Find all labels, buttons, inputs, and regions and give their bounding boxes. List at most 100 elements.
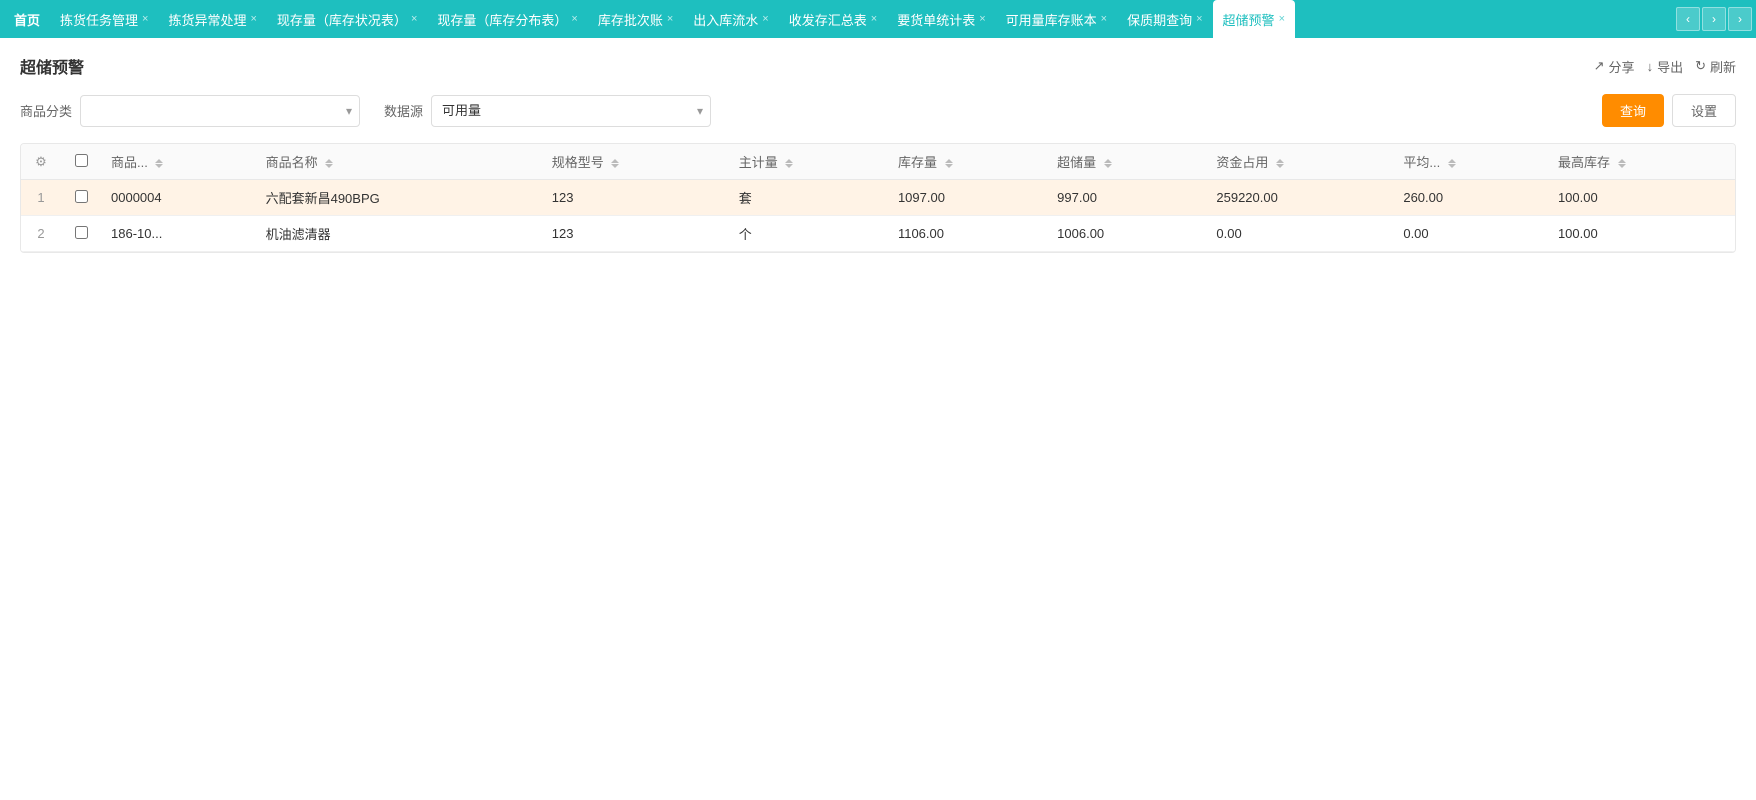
col-header-avg[interactable]: 平均... bbox=[1393, 144, 1548, 180]
close-icon[interactable]: × bbox=[1279, 13, 1285, 25]
col-header-unit[interactable]: 主计量 bbox=[729, 144, 888, 180]
row-checkbox-cell[interactable] bbox=[61, 180, 101, 216]
col-header-over[interactable]: 超储量 bbox=[1047, 144, 1206, 180]
nav-next-button[interactable]: › bbox=[1702, 7, 1726, 31]
settings-button[interactable]: 设置 bbox=[1672, 94, 1736, 127]
filter-category-group: 商品分类 ▾ bbox=[20, 95, 360, 127]
table-row: 2 186-10... 机油滤清器 123 个 1106.00 1006.00 … bbox=[21, 216, 1735, 252]
table-body: 1 0000004 六配套新昌490BPG 123 套 1097.00 997.… bbox=[21, 180, 1735, 252]
datasource-label: 数据源 bbox=[384, 101, 423, 120]
cell-unit: 套 bbox=[729, 180, 888, 216]
sort-icon bbox=[325, 159, 333, 168]
cell-spec: 123 bbox=[542, 216, 729, 252]
tab-10[interactable]: 保质期查询 × bbox=[1117, 0, 1212, 38]
cell-avg: 0.00 bbox=[1393, 216, 1548, 252]
cell-avg: 260.00 bbox=[1393, 180, 1548, 216]
tab-2[interactable]: 拣货异常处理 × bbox=[158, 0, 266, 38]
tab-7[interactable]: 收发存汇总表 × bbox=[779, 0, 887, 38]
col-header-capital[interactable]: 资金占用 bbox=[1206, 144, 1393, 180]
row-checkbox-cell[interactable] bbox=[61, 216, 101, 252]
close-icon[interactable]: × bbox=[411, 13, 417, 25]
close-icon[interactable]: × bbox=[1101, 13, 1107, 25]
share-button[interactable]: ↗ 分享 bbox=[1594, 57, 1635, 76]
cell-spec: 123 bbox=[542, 180, 729, 216]
tab-6[interactable]: 出入库流水 × bbox=[683, 0, 778, 38]
share-icon: ↗ bbox=[1594, 58, 1605, 74]
sort-icon bbox=[611, 159, 619, 168]
table-row: 1 0000004 六配套新昌490BPG 123 套 1097.00 997.… bbox=[21, 180, 1735, 216]
nav-more-button[interactable]: › bbox=[1728, 7, 1752, 31]
nav-home[interactable]: 首页 bbox=[4, 0, 50, 38]
row-checkbox[interactable] bbox=[75, 190, 88, 203]
row-number: 2 bbox=[21, 216, 61, 252]
row-number: 1 bbox=[21, 180, 61, 216]
export-button[interactable]: ↓ 导出 bbox=[1647, 57, 1684, 76]
tab-1[interactable]: 拣货任务管理 × bbox=[50, 0, 158, 38]
nav-prev-button[interactable]: ‹ bbox=[1676, 7, 1700, 31]
close-icon[interactable]: × bbox=[571, 13, 577, 25]
page-title: 超储预警 bbox=[20, 54, 84, 78]
sort-icon bbox=[1276, 159, 1284, 168]
table-header-row: ⚙ 商品... 商品名称 规格型号 bbox=[21, 144, 1735, 180]
filter-datasource-group: 数据源 可用量 ▾ bbox=[384, 95, 711, 127]
select-all-checkbox[interactable] bbox=[75, 154, 88, 167]
data-table-wrap: ⚙ 商品... 商品名称 规格型号 bbox=[20, 143, 1736, 253]
cell-unit: 个 bbox=[729, 216, 888, 252]
cell-name: 机油滤清器 bbox=[256, 216, 542, 252]
cell-over: 997.00 bbox=[1047, 180, 1206, 216]
close-icon[interactable]: × bbox=[979, 13, 985, 25]
cell-max: 100.00 bbox=[1548, 216, 1735, 252]
category-select-wrap: ▾ bbox=[80, 95, 360, 127]
col-header-name[interactable]: 商品名称 bbox=[256, 144, 542, 180]
filter-area: 商品分类 ▾ 数据源 可用量 ▾ 查询 设置 bbox=[20, 94, 1736, 127]
cell-stock: 1097.00 bbox=[888, 180, 1047, 216]
close-icon[interactable]: × bbox=[667, 13, 673, 25]
cell-stock: 1106.00 bbox=[888, 216, 1047, 252]
tab-3[interactable]: 现存量（库存状况表） × bbox=[267, 0, 427, 38]
gear-icon: ⚙ bbox=[35, 154, 47, 169]
col-select-all[interactable] bbox=[61, 144, 101, 180]
query-button[interactable]: 查询 bbox=[1602, 94, 1664, 127]
datasource-select[interactable]: 可用量 bbox=[431, 95, 711, 127]
refresh-button[interactable]: ↻ 刷新 bbox=[1695, 57, 1736, 76]
filter-actions: 查询 设置 bbox=[1602, 94, 1736, 127]
header-actions: ↗ 分享 ↓ 导出 ↻ 刷新 bbox=[1594, 57, 1736, 76]
category-select[interactable] bbox=[80, 95, 360, 127]
cell-code: 0000004 bbox=[101, 180, 256, 216]
tab-9[interactable]: 可用量库存账本 × bbox=[996, 0, 1117, 38]
nav-arrows: ‹ › › bbox=[1676, 7, 1752, 31]
close-icon[interactable]: × bbox=[1196, 13, 1202, 25]
tab-8[interactable]: 要货单统计表 × bbox=[887, 0, 995, 38]
cell-over: 1006.00 bbox=[1047, 216, 1206, 252]
col-header-spec[interactable]: 规格型号 bbox=[542, 144, 729, 180]
close-icon[interactable]: × bbox=[250, 13, 256, 25]
close-icon[interactable]: × bbox=[871, 13, 877, 25]
sort-icon bbox=[1104, 159, 1112, 168]
data-table: ⚙ 商品... 商品名称 规格型号 bbox=[21, 144, 1735, 252]
sort-icon bbox=[785, 159, 793, 168]
col-header-max[interactable]: 最高库存 bbox=[1548, 144, 1735, 180]
close-icon[interactable]: × bbox=[142, 13, 148, 25]
sort-icon bbox=[945, 159, 953, 168]
col-header-code[interactable]: 商品... bbox=[101, 144, 256, 180]
page-header: 超储预警 ↗ 分享 ↓ 导出 ↻ 刷新 bbox=[20, 54, 1736, 78]
cell-name: 六配套新昌490BPG bbox=[256, 180, 542, 216]
cell-max: 100.00 bbox=[1548, 180, 1735, 216]
sort-icon bbox=[1618, 159, 1626, 168]
datasource-select-wrap: 可用量 ▾ bbox=[431, 95, 711, 127]
col-settings[interactable]: ⚙ bbox=[21, 144, 61, 180]
tab-4[interactable]: 现存量（库存分布表） × bbox=[427, 0, 587, 38]
cell-capital: 0.00 bbox=[1206, 216, 1393, 252]
tab-5[interactable]: 库存批次账 × bbox=[588, 0, 683, 38]
sort-icon bbox=[155, 159, 163, 168]
cell-capital: 259220.00 bbox=[1206, 180, 1393, 216]
col-header-stock[interactable]: 库存量 bbox=[888, 144, 1047, 180]
cell-code: 186-10... bbox=[101, 216, 256, 252]
close-icon[interactable]: × bbox=[762, 13, 768, 25]
row-checkbox[interactable] bbox=[75, 226, 88, 239]
main-content: 超储预警 ↗ 分享 ↓ 导出 ↻ 刷新 商品分类 ▾ bbox=[0, 38, 1756, 800]
top-nav: 首页 拣货任务管理 × 拣货异常处理 × 现存量（库存状况表） × 现存量（库存… bbox=[0, 0, 1756, 38]
category-label: 商品分类 bbox=[20, 101, 72, 120]
tab-11[interactable]: 超储预警 × bbox=[1213, 0, 1295, 38]
sort-icon bbox=[1448, 159, 1456, 168]
